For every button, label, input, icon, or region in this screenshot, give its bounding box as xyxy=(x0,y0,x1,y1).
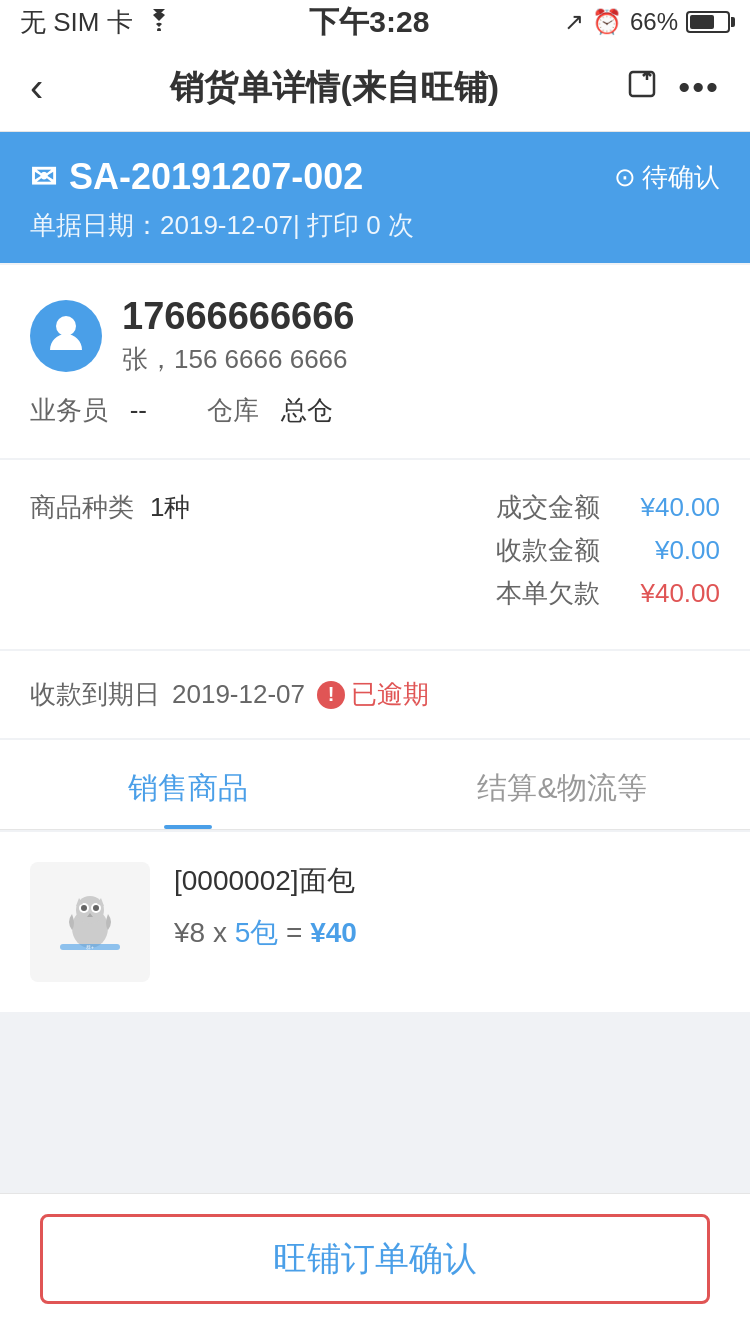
goods-type-label: 商品种类 xyxy=(30,490,134,525)
clock-icon: ⊙ xyxy=(614,162,636,193)
warehouse-label: 仓库 xyxy=(207,395,259,425)
page-title: 销货单详情(来自旺铺) xyxy=(170,65,499,111)
order-status: ⊙ 待确认 xyxy=(614,160,720,195)
received-label: 收款金额 xyxy=(496,533,600,568)
summary-amounts: 成交金额 ¥40.00 收款金额 ¥0.00 本单欠款 ¥40.00 xyxy=(496,490,720,619)
nav-right: ••• xyxy=(626,68,720,108)
svg-text:群+: 群+ xyxy=(86,944,94,950)
status-left: 无 SIM 卡 xyxy=(20,5,175,40)
product-price: ¥8 x 5包 = ¥40 xyxy=(174,914,720,952)
balance-label: 本单欠款 xyxy=(496,576,600,611)
customer-card: 17666666666 张，156 6666 6666 业务员 -- 仓库 总仓 xyxy=(0,265,750,458)
due-date-label: 收款到期日 xyxy=(30,677,160,712)
nav-bar: ‹ 销货单详情(来自旺铺) ••• xyxy=(0,44,750,132)
salesman-value: -- xyxy=(130,395,147,425)
tabs: 销售商品 结算&物流等 xyxy=(0,740,750,830)
carrier-text: 无 SIM 卡 xyxy=(20,5,133,40)
mail-icon: ✉ xyxy=(30,158,57,196)
battery-text: 66% xyxy=(630,8,678,36)
svg-point-8 xyxy=(93,905,99,911)
user-icon xyxy=(46,312,86,361)
transaction-value: ¥40.00 xyxy=(620,492,720,523)
overdue-text: 已逾期 xyxy=(351,677,429,712)
summary-card: 商品种类 1种 成交金额 ¥40.00 收款金额 ¥0.00 本单欠款 ¥40.… xyxy=(0,460,750,649)
svg-point-0 xyxy=(157,28,161,31)
customer-phone: 17666666666 xyxy=(122,295,354,338)
battery-icon xyxy=(686,11,730,33)
status-right: ↗ ⏰ 66% xyxy=(564,8,730,36)
overdue-badge: ! 已逾期 xyxy=(317,677,429,712)
salesman-label: 业务员 xyxy=(30,395,108,425)
status-bar: 无 SIM 卡 下午3:28 ↗ ⏰ 66% xyxy=(0,0,750,44)
product-image: 群+ xyxy=(30,862,150,982)
svg-point-7 xyxy=(81,905,87,911)
product-section: 群+ [0000002]面包 ¥8 x 5包 = ¥40 xyxy=(0,832,750,1012)
goods-type-value: 1种 xyxy=(150,490,190,525)
balance-value: ¥40.00 xyxy=(620,578,720,609)
order-header: ✉ SA-20191207-002 ⊙ 待确认 单据日期：2019-12-07|… xyxy=(0,132,750,263)
due-date-value: 2019-12-07 xyxy=(172,679,305,710)
back-button[interactable]: ‹ xyxy=(30,65,43,110)
tabs-container: 销售商品 结算&物流等 xyxy=(0,740,750,830)
product-item: 群+ [0000002]面包 ¥8 x 5包 = ¥40 xyxy=(30,862,720,982)
warehouse-value: 总仓 xyxy=(281,395,333,425)
product-name: [0000002]面包 xyxy=(174,862,720,900)
due-date-card: 收款到期日 2019-12-07 ! 已逾期 xyxy=(0,651,750,738)
status-time: 下午3:28 xyxy=(309,2,429,43)
product-thumbnail: 群+ xyxy=(50,892,130,952)
confirm-order-button[interactable]: 旺铺订单确认 xyxy=(40,1214,710,1304)
customer-meta: 业务员 -- 仓库 总仓 xyxy=(30,393,720,428)
product-info: [0000002]面包 ¥8 x 5包 = ¥40 xyxy=(174,862,720,952)
wifi-icon xyxy=(143,7,175,38)
warning-icon: ! xyxy=(317,681,345,709)
location-icon: ↗ xyxy=(564,8,584,36)
avatar xyxy=(30,300,102,372)
more-button[interactable]: ••• xyxy=(678,68,720,107)
svg-point-2 xyxy=(56,316,76,336)
tab-settlement[interactable]: 结算&物流等 xyxy=(375,740,750,829)
tab-sales-products[interactable]: 销售商品 xyxy=(0,740,375,829)
order-date: 单据日期：2019-12-07| 打印 0 次 xyxy=(30,208,720,243)
nav-left: ‹ xyxy=(30,65,43,110)
order-id: ✉ SA-20191207-002 xyxy=(30,156,363,198)
customer-name: 张，156 6666 6666 xyxy=(122,342,354,377)
transaction-label: 成交金额 xyxy=(496,490,600,525)
share-button[interactable] xyxy=(626,68,658,108)
alarm-icon: ⏰ xyxy=(592,8,622,36)
bottom-bar: 旺铺订单确认 xyxy=(0,1193,750,1334)
received-value: ¥0.00 xyxy=(620,535,720,566)
